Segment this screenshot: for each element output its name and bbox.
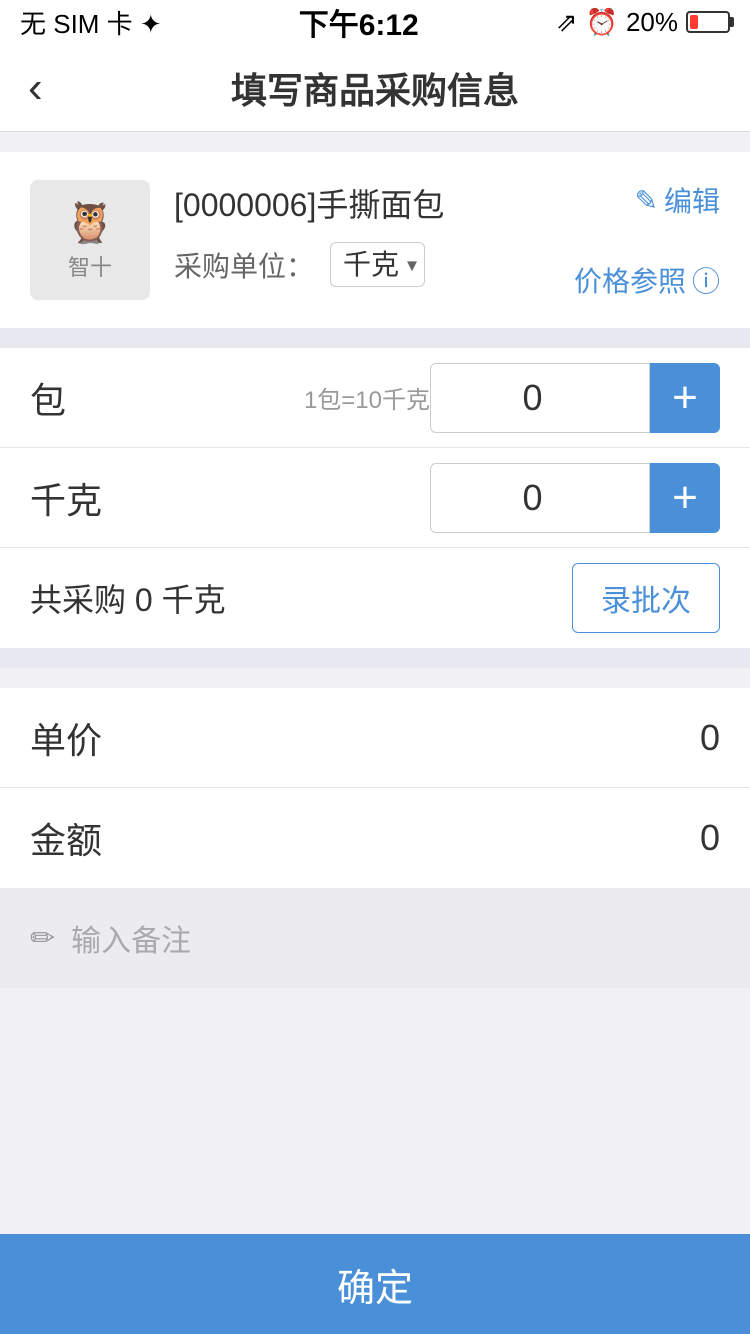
amount-row: 金额 0	[0, 788, 750, 888]
owl-icon: 🦉	[65, 199, 115, 246]
kg-label: 千克	[30, 472, 430, 524]
brand-text: 智十	[68, 250, 112, 282]
unit-label: 采购单位：	[174, 245, 314, 285]
separator-2	[0, 648, 750, 668]
kg-input-row: 千克 +	[0, 448, 750, 548]
nav-bar: ‹ 填写商品采购信息	[0, 44, 750, 132]
bottom-spacer	[0, 988, 750, 1088]
battery-fill	[690, 15, 698, 29]
kg-input-group: +	[430, 463, 720, 533]
help-icon: ⓘ	[692, 260, 720, 300]
price-ref-button[interactable]: 价格参照 ⓘ	[574, 260, 720, 300]
back-button[interactable]: ‹	[28, 66, 43, 110]
product-logo: 🦉 智十	[50, 200, 130, 280]
status-right: ⇗ ⏰ 20%	[556, 7, 730, 38]
price-ref-label: 价格参照	[574, 260, 686, 300]
amount-label: 金额	[30, 812, 102, 864]
note-section[interactable]: ✏ 输入备注	[0, 888, 750, 988]
summary-text: 共采购 0 千克	[30, 575, 226, 621]
edit-label: 编辑	[664, 180, 720, 220]
status-bar: 无 SIM 卡 ✦ 下午6:12 ⇗ ⏰ 20%	[0, 0, 750, 44]
kg-input[interactable]	[430, 463, 650, 533]
confirm-button[interactable]: 确定	[0, 1234, 750, 1334]
product-card: 🦉 智十 [0000006]手撕面包 采购单位： 千克 ✎ 编辑 价格参照 ⓘ	[0, 152, 750, 328]
package-input-group: +	[430, 363, 720, 433]
status-left: 无 SIM 卡 ✦	[20, 4, 162, 41]
amount-value: 0	[700, 817, 720, 859]
location-icon: ⇗	[556, 7, 578, 38]
unit-price-row: 单价 0	[0, 688, 750, 788]
status-time: 下午6:12	[299, 0, 419, 44]
battery-icon	[686, 11, 730, 33]
unit-select[interactable]: 千克	[330, 242, 425, 287]
page-title: 填写商品采购信息	[231, 62, 519, 114]
battery-percent: 20%	[626, 7, 678, 38]
batch-button[interactable]: 录批次	[572, 563, 720, 633]
sim-status: 无 SIM 卡 ✦	[20, 4, 162, 41]
unit-select-wrapper[interactable]: 千克	[330, 242, 425, 287]
package-input[interactable]	[430, 363, 650, 433]
package-sublabel: 1包=10千克	[304, 380, 430, 415]
package-input-row: 包 1包=10千克 +	[0, 348, 750, 448]
kg-plus-button[interactable]: +	[650, 463, 720, 533]
product-image: 🦉 智十	[30, 180, 150, 300]
edit-icon: ✎	[635, 184, 658, 217]
pencil-icon: ✏	[30, 921, 55, 956]
edit-button[interactable]: ✎ 编辑	[635, 180, 720, 220]
alarm-icon: ⏰	[586, 7, 618, 38]
package-label: 包	[30, 372, 292, 424]
package-plus-button[interactable]: +	[650, 363, 720, 433]
note-placeholder: 输入备注	[71, 916, 191, 960]
separator-1	[0, 328, 750, 348]
unit-price-value: 0	[700, 717, 720, 759]
unit-price-label: 单价	[30, 712, 102, 764]
price-section: 单价 0 金额 0	[0, 688, 750, 888]
summary-row: 共采购 0 千克 录批次	[0, 548, 750, 648]
input-section: 包 1包=10千克 + 千克 + 共采购 0 千克 录批次	[0, 348, 750, 648]
